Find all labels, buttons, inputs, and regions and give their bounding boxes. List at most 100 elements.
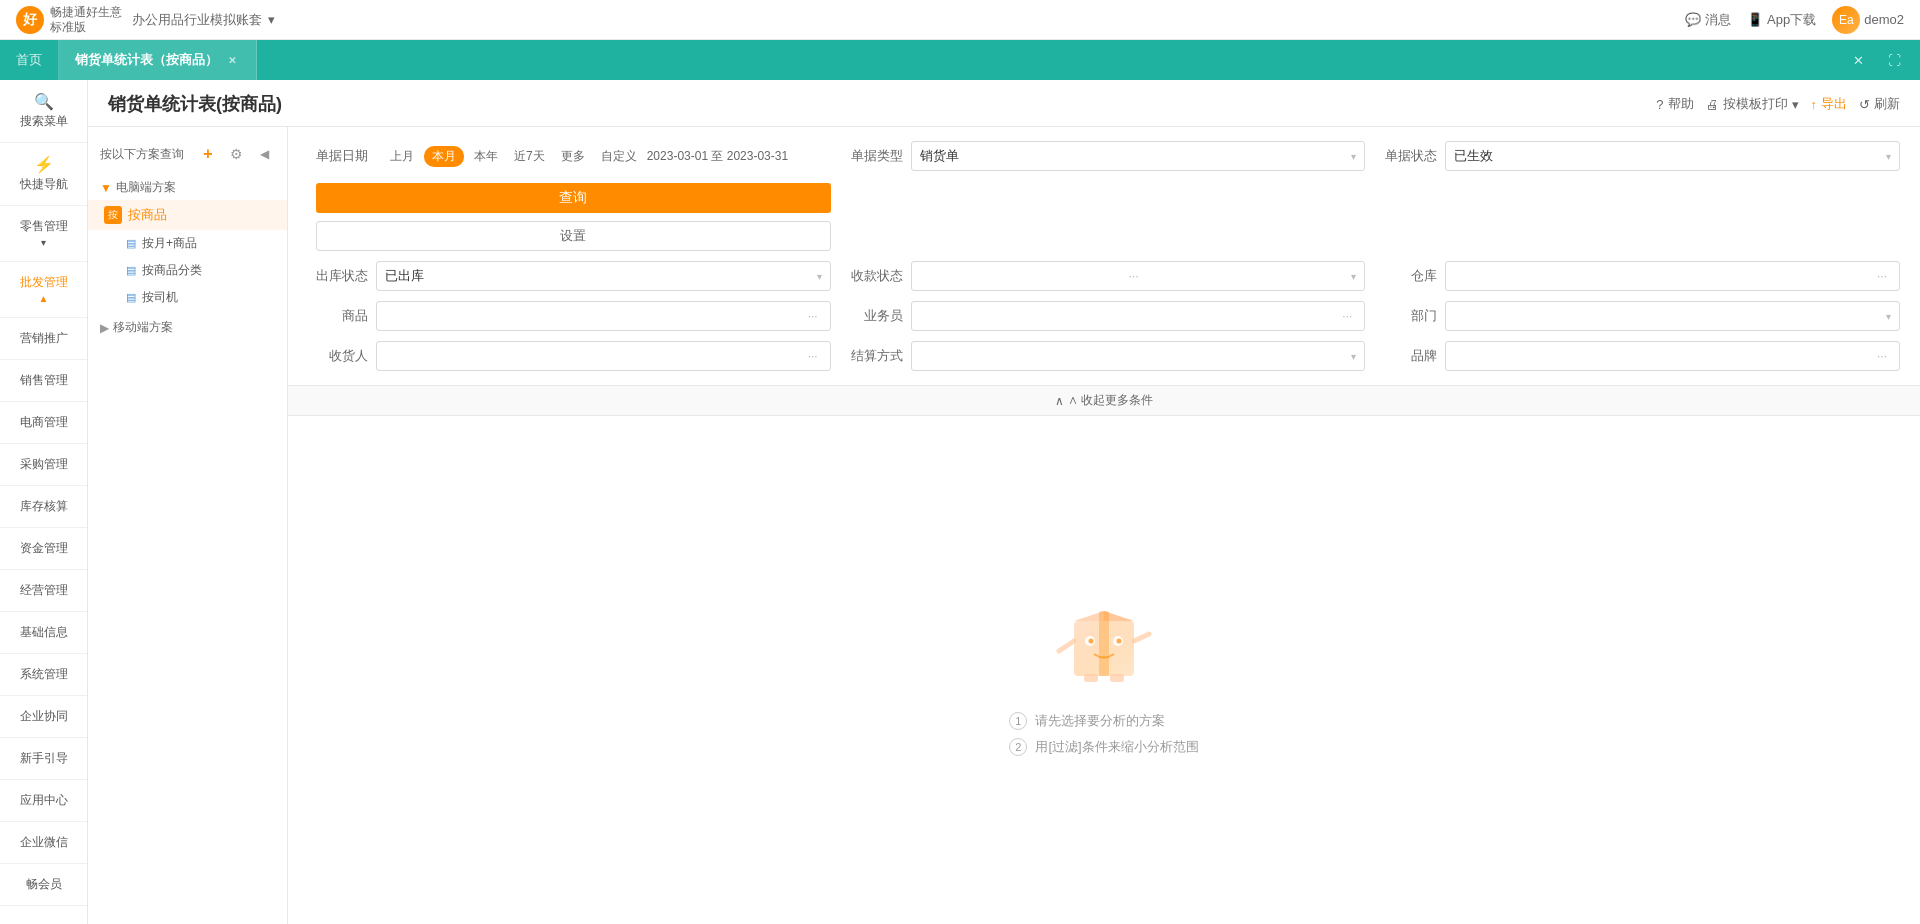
- collect-dropdown-icon: ▾: [1351, 271, 1356, 282]
- date-tab-custom[interactable]: 自定义: [595, 146, 643, 167]
- left-panel: 按以下方案查询 + ⚙ ◀ ▼ 电脑端方案 按 按商品: [88, 127, 288, 924]
- svg-point-4: [1089, 639, 1094, 644]
- scheme-category[interactable]: ▤ 按商品分类: [116, 257, 287, 284]
- sidebar-item-operations[interactable]: 经营管理: [0, 570, 87, 612]
- date-tab-more[interactable]: 更多: [555, 146, 591, 167]
- scheme-month-product[interactable]: ▤ 按月+商品: [116, 230, 287, 257]
- sidebar-item-sys-mgr[interactable]: 系统管理: [0, 654, 87, 696]
- sidebar-item-purchase[interactable]: 采购管理: [0, 444, 87, 486]
- doc-status-filter-item: 单据状态 已生效 ▾: [1377, 141, 1900, 171]
- sidebar-item-app-center[interactable]: 应用中心: [0, 780, 87, 822]
- settlement-dropdown-icon: ▾: [1351, 351, 1356, 362]
- sidebar-item-basic-info[interactable]: 基础信息: [0, 612, 87, 654]
- settlement-select[interactable]: ▾: [911, 341, 1366, 371]
- scheme-by-product[interactable]: 按 按商品: [88, 200, 287, 230]
- brand-dots-icon: ···: [1877, 349, 1887, 363]
- receiver-dots-icon: ···: [808, 349, 818, 363]
- date-tab-7days[interactable]: 近7天: [508, 146, 551, 167]
- out-status-filter: 出库状态 已出库 ▾: [308, 261, 831, 291]
- dept-select[interactable]: ▾: [1445, 301, 1900, 331]
- out-status-select[interactable]: 已出库 ▾: [376, 261, 831, 291]
- sidebar-item-inventory[interactable]: 库存核算: [0, 486, 87, 528]
- page-title: 销货单统计表(按商品): [108, 92, 282, 116]
- date-tab-this-year[interactable]: 本年: [468, 146, 504, 167]
- date-tab-this-month[interactable]: 本月: [424, 146, 464, 167]
- sidebar-item-retail[interactable]: 零售管理 ▾: [0, 206, 87, 262]
- edit-scheme-button[interactable]: ⚙: [225, 143, 247, 165]
- maximize-button[interactable]: ⛶: [1880, 46, 1908, 74]
- warehouse-dots-icon: ···: [1877, 269, 1887, 283]
- sidebar-item-marketing[interactable]: 营销推广: [0, 318, 87, 360]
- sidebar-item-new-guide[interactable]: 新手引导: [0, 738, 87, 780]
- collapse-filter-button[interactable]: ∧ ∧ 收起更多条件: [288, 386, 1920, 416]
- sidebar-item-wholesale[interactable]: 批发管理 ▲: [0, 262, 87, 318]
- brand-input[interactable]: ···: [1445, 341, 1900, 371]
- step-2-num: 2: [1009, 738, 1027, 756]
- collect-status-select[interactable]: ··· ▾: [911, 261, 1366, 291]
- doc-status-select[interactable]: 已生效 ▾: [1445, 141, 1900, 171]
- logo-area: 好 畅捷通好生意 标准版: [16, 5, 122, 34]
- sidebar-item-quick-nav[interactable]: ⚡ 快捷导航: [0, 143, 87, 206]
- tab-home[interactable]: 首页: [0, 40, 59, 80]
- refresh-icon: ↺: [1859, 97, 1870, 112]
- filter-row-4: 收货人 ··· 结算方式 ▾: [308, 341, 1900, 371]
- collect-status-filter: 收款状态 ··· ▾: [843, 261, 1366, 291]
- svg-rect-8: [1084, 674, 1098, 682]
- date-tabs: 上月 本月 本年 近7天 更多 自定义: [384, 146, 643, 167]
- date-range-display: 2023-03-01 至 2023-03-31: [647, 148, 788, 165]
- export-icon: ↑: [1811, 97, 1818, 112]
- help-button[interactable]: ? 帮助: [1656, 95, 1693, 113]
- message-button[interactable]: 💬 消息: [1685, 11, 1731, 29]
- brand-filter: 品牌 ···: [1377, 341, 1900, 371]
- avatar: Ea: [1832, 6, 1860, 34]
- sidebar-item-search[interactable]: 🔍 搜索菜单: [0, 80, 87, 143]
- collapse-panel-button[interactable]: ◀: [253, 143, 275, 165]
- content-body: 按以下方案查询 + ⚙ ◀ ▼ 电脑端方案 按 按商品: [88, 127, 1920, 924]
- doc-type-dropdown-icon: ▾: [1351, 151, 1356, 162]
- sidebar-item-member[interactable]: 畅会员: [0, 864, 87, 906]
- close-window-button[interactable]: ✕: [1844, 46, 1872, 74]
- main-layout: 🔍 搜索菜单 ⚡ 快捷导航 零售管理 ▾ 批发管理 ▲ 营销推广 销售管理 电商…: [0, 80, 1920, 924]
- sidebar-item-sales-mgr[interactable]: 销售管理: [0, 360, 87, 402]
- receiver-filter: 收货人 ···: [308, 341, 831, 371]
- query-button[interactable]: 查询: [316, 183, 831, 213]
- filter-row-1: 单据日期 上月 本月 本年 近7天 更多 自定义 20: [308, 141, 1900, 251]
- settlement-filter: 结算方式 ▾: [843, 341, 1366, 371]
- date-filter-item: 单据日期 上月 本月 本年 近7天 更多 自定义 20: [308, 146, 831, 167]
- scheme-sub-items: ▤ 按月+商品 ▤ 按商品分类 ▤ 按司机: [88, 230, 287, 311]
- doc-status-dropdown-icon: ▾: [1886, 151, 1891, 162]
- out-status-dropdown-icon: ▾: [817, 271, 822, 282]
- sidebar-item-corp-wechat[interactable]: 企业微信: [0, 822, 87, 864]
- desktop-section: ▼ 电脑端方案: [88, 171, 287, 200]
- sidebar-item-ecommerce[interactable]: 电商管理: [0, 402, 87, 444]
- empty-state: 1 请先选择要分析的方案 2 用[过滤]条件来缩小分析范围: [288, 416, 1920, 924]
- product-dots-icon: ···: [808, 309, 818, 323]
- user-menu[interactable]: Ea demo2: [1832, 6, 1904, 34]
- warehouse-input[interactable]: ···: [1445, 261, 1900, 291]
- sidebar-item-corp-coop[interactable]: 企业协同: [0, 696, 87, 738]
- refresh-button[interactable]: ↺ 刷新: [1859, 95, 1900, 113]
- add-scheme-button[interactable]: +: [197, 143, 219, 165]
- tab-sales-stat[interactable]: 销货单统计表（按商品） ✕: [59, 40, 257, 80]
- tab-actions: ✕ ⛶: [1844, 46, 1920, 74]
- doc-type-select[interactable]: 销货单 ▾: [911, 141, 1366, 171]
- settings-button[interactable]: 设置: [316, 221, 831, 251]
- print-dropdown-icon: ▾: [1792, 97, 1799, 112]
- dept-filter: 部门 ▾: [1377, 301, 1900, 331]
- app-download-button[interactable]: 📱 App下载: [1747, 11, 1816, 29]
- doc-type-filter-item: 单据类型 销货单 ▾: [843, 141, 1366, 171]
- product-input[interactable]: ···: [376, 301, 831, 331]
- close-tab-icon[interactable]: ✕: [224, 52, 240, 68]
- scheme-month-icon: ▤: [126, 237, 136, 250]
- topbar-left: 好 畅捷通好生意 标准版 办公用品行业模拟账套 ▾: [16, 5, 275, 34]
- print-button[interactable]: 🖨 按模板打印 ▾: [1706, 95, 1799, 113]
- product-filter: 商品 ···: [308, 301, 831, 331]
- export-button[interactable]: ↑ 导出: [1811, 95, 1848, 113]
- scheme-dept[interactable]: ▤ 按司机: [116, 284, 287, 311]
- staff-input[interactable]: ···: [911, 301, 1366, 331]
- receiver-input[interactable]: ···: [376, 341, 831, 371]
- sidebar-item-finance[interactable]: 资金管理: [0, 528, 87, 570]
- filter-section: 单据日期 上月 本月 本年 近7天 更多 自定义 20: [288, 127, 1920, 386]
- chevron-down-icon: ▾: [41, 237, 46, 248]
- date-tab-last-month[interactable]: 上月: [384, 146, 420, 167]
